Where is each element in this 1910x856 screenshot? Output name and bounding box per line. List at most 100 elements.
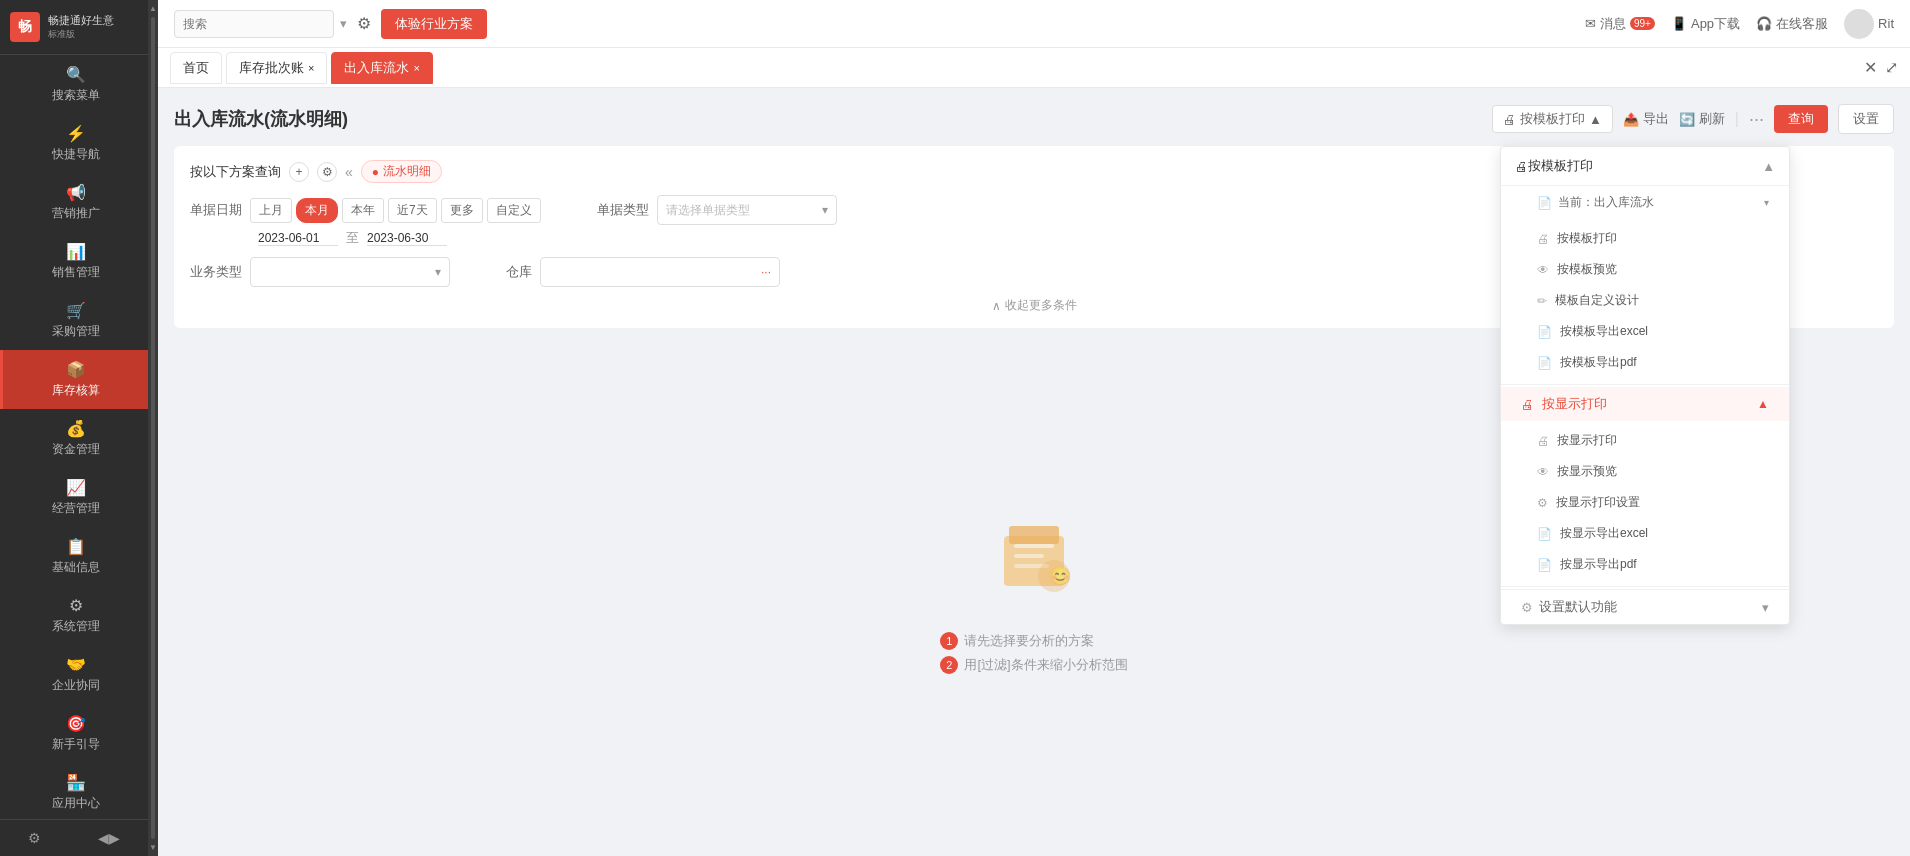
print-dropdown-collapse-arrow[interactable]: ▲ bbox=[1762, 159, 1775, 174]
tab-home[interactable]: 首页 bbox=[170, 52, 222, 84]
tip-text-1: 请先选择要分析的方案 bbox=[964, 632, 1094, 650]
operations-icon: 📈 bbox=[66, 478, 86, 497]
sidebar-item-enterprise[interactable]: 🤝 企业协同 bbox=[0, 645, 148, 704]
date-btn-this-month[interactable]: 本月 bbox=[296, 198, 338, 223]
sidebar-item-label: 营销推广 bbox=[52, 205, 100, 222]
display-export-pdf-item[interactable]: 📄 按显示导出pdf bbox=[1501, 549, 1789, 580]
page-title: 出入库流水(流水明细) bbox=[174, 107, 348, 131]
display-preview-icon: 👁 bbox=[1537, 465, 1549, 479]
sidebar-item-basic[interactable]: 📋 基础信息 bbox=[0, 527, 148, 586]
user-avatar-btn[interactable]: Rit bbox=[1844, 9, 1894, 39]
message-badge: 99+ bbox=[1630, 17, 1655, 30]
sidebar-settings-btn[interactable]: ⚙ bbox=[28, 830, 41, 846]
message-btn[interactable]: ✉ 消息 99+ bbox=[1585, 15, 1655, 33]
print-dropdown-footer[interactable]: ⚙ 设置默认功能 ▾ bbox=[1501, 589, 1789, 624]
sidebar-item-system[interactable]: ⚙ 系统管理 bbox=[0, 586, 148, 645]
display-settings-item[interactable]: ⚙ 按显示打印设置 bbox=[1501, 487, 1789, 518]
search-input[interactable] bbox=[174, 10, 334, 38]
search-collapse-left-btn[interactable]: « bbox=[345, 164, 353, 180]
date-btn-custom[interactable]: 自定义 bbox=[487, 198, 541, 223]
date-from-input[interactable] bbox=[258, 231, 338, 246]
sidebar-item-label: 系统管理 bbox=[52, 618, 100, 635]
app-logo-icon: 畅 bbox=[10, 12, 40, 42]
biz-type-select[interactable]: ▾ bbox=[250, 257, 450, 287]
date-to-input[interactable] bbox=[367, 231, 447, 246]
sidebar-item-search[interactable]: 🔍 搜索菜单 bbox=[0, 55, 148, 114]
sidebar-item-guide[interactable]: 🎯 新手引导 bbox=[0, 704, 148, 763]
refresh-btn[interactable]: 🔄 刷新 bbox=[1679, 110, 1725, 128]
display-section-left: 🖨 按显示打印 bbox=[1521, 395, 1607, 413]
template-pdf-icon: 📄 bbox=[1537, 356, 1552, 370]
display-print-label: 按显示打印 bbox=[1557, 432, 1617, 449]
scroll-up-arrow[interactable]: ▲ bbox=[149, 4, 157, 13]
query-btn[interactable]: 查询 bbox=[1774, 105, 1828, 133]
finance-icon: 💰 bbox=[66, 419, 86, 438]
date-btn-7days[interactable]: 近7天 bbox=[388, 198, 437, 223]
footer-settings-icon: ⚙ bbox=[1521, 600, 1533, 615]
sidebar-collapse-btn[interactable]: ◀▶ bbox=[98, 830, 120, 846]
app-download-btn[interactable]: 📱 App下载 bbox=[1671, 15, 1740, 33]
tab-stock-flow[interactable]: 出入库流水 × bbox=[331, 52, 432, 84]
warehouse-select[interactable]: ··· bbox=[540, 257, 780, 287]
sidebar-item-label: 应用中心 bbox=[52, 795, 100, 812]
display-export-excel-item[interactable]: 📄 按显示导出excel bbox=[1501, 518, 1789, 549]
sidebar-item-appstore[interactable]: 🏪 应用中心 bbox=[0, 763, 148, 819]
warehouse-more-btn[interactable]: ··· bbox=[761, 265, 771, 279]
search-date-field: 单据日期 上月 本月 本年 近7天 更多 自定义 bbox=[190, 198, 541, 223]
biz-type-arrow: ▾ bbox=[435, 265, 441, 279]
svg-rect-1 bbox=[1009, 526, 1059, 544]
sidebar-item-operations[interactable]: 📈 经营管理 bbox=[0, 468, 148, 527]
date-field-label: 单据日期 bbox=[190, 201, 242, 219]
sidebar-item-inventory[interactable]: 📦 库存核算 bbox=[0, 350, 148, 409]
export-btn[interactable]: 📤 导出 bbox=[1623, 110, 1669, 128]
sidebar-item-sales[interactable]: 📊 销售管理 bbox=[0, 232, 148, 291]
more-actions-icon[interactable]: ··· bbox=[1749, 109, 1764, 130]
online-service-btn[interactable]: 🎧 在线客服 bbox=[1756, 15, 1828, 33]
tab-batch-account-close[interactable]: × bbox=[308, 62, 314, 74]
display-section-header[interactable]: 🖨 按显示打印 ▲ bbox=[1501, 387, 1789, 421]
print-dropdown-arrow: ▲ bbox=[1589, 112, 1602, 127]
search-filter-tag[interactable]: ● 流水明细 bbox=[361, 160, 442, 183]
tab-stock-flow-close[interactable]: × bbox=[413, 62, 419, 74]
settings-btn[interactable]: 设置 bbox=[1838, 104, 1894, 134]
date-btn-last-month[interactable]: 上月 bbox=[250, 198, 292, 223]
search-add-btn[interactable]: + bbox=[289, 162, 309, 182]
scroll-down-arrow[interactable]: ▼ bbox=[149, 843, 157, 852]
sidebar-item-purchase[interactable]: 🛒 采购管理 bbox=[0, 291, 148, 350]
doctype-select[interactable]: 请选择单据类型 ▾ bbox=[657, 195, 837, 225]
template-print-item[interactable]: 🖨 按模板打印 bbox=[1501, 223, 1789, 254]
current-label-arrow[interactable]: ▾ bbox=[1764, 197, 1769, 208]
search-settings-btn[interactable]: ⚙ bbox=[317, 162, 337, 182]
tab-close-all-btn[interactable]: ✕ bbox=[1864, 58, 1877, 77]
print-dropdown-btn[interactable]: 🖨 按模板打印 ▲ bbox=[1492, 105, 1613, 133]
date-btn-this-year[interactable]: 本年 bbox=[342, 198, 384, 223]
user-name: Rit bbox=[1878, 16, 1894, 31]
display-section-label: 按显示打印 bbox=[1542, 395, 1607, 413]
search-dropdown-arrow[interactable]: ▾ bbox=[340, 16, 347, 31]
purchase-icon: 🛒 bbox=[66, 301, 86, 320]
template-export-pdf-label: 按模板导出pdf bbox=[1560, 354, 1637, 371]
display-preview-item[interactable]: 👁 按显示预览 bbox=[1501, 456, 1789, 487]
user-avatar bbox=[1844, 9, 1874, 39]
sidebar-item-quick-nav[interactable]: ⚡ 快捷导航 bbox=[0, 114, 148, 173]
topbar-gear-icon[interactable]: ⚙ bbox=[357, 14, 371, 33]
display-print-icon: 🖨 bbox=[1537, 434, 1549, 448]
sidebar-item-marketing[interactable]: 📢 营销推广 bbox=[0, 173, 148, 232]
tab-batch-account-label: 库存批次账 bbox=[239, 59, 304, 77]
message-label: 消息 bbox=[1600, 15, 1626, 33]
tab-batch-account[interactable]: 库存批次账 × bbox=[226, 52, 327, 84]
industry-btn[interactable]: 体验行业方案 bbox=[381, 9, 487, 39]
tab-maximize-btn[interactable]: ⤢ bbox=[1885, 58, 1898, 77]
template-export-excel-item[interactable]: 📄 按模板导出excel bbox=[1501, 316, 1789, 347]
date-btn-more[interactable]: 更多 bbox=[441, 198, 483, 223]
sidebar-item-finance[interactable]: 💰 资金管理 bbox=[0, 409, 148, 468]
display-export-excel-label: 按显示导出excel bbox=[1560, 525, 1648, 542]
template-custom-item[interactable]: ✏ 模板自定义设计 bbox=[1501, 285, 1789, 316]
svg-rect-3 bbox=[1014, 554, 1044, 558]
template-preview-item[interactable]: 👁 按模板预览 bbox=[1501, 254, 1789, 285]
sales-icon: 📊 bbox=[66, 242, 86, 261]
collapse-icon: ∧ bbox=[992, 299, 1001, 313]
template-export-pdf-item[interactable]: 📄 按模板导出pdf bbox=[1501, 347, 1789, 378]
display-print-item[interactable]: 🖨 按显示打印 bbox=[1501, 425, 1789, 456]
message-icon: ✉ bbox=[1585, 16, 1596, 31]
